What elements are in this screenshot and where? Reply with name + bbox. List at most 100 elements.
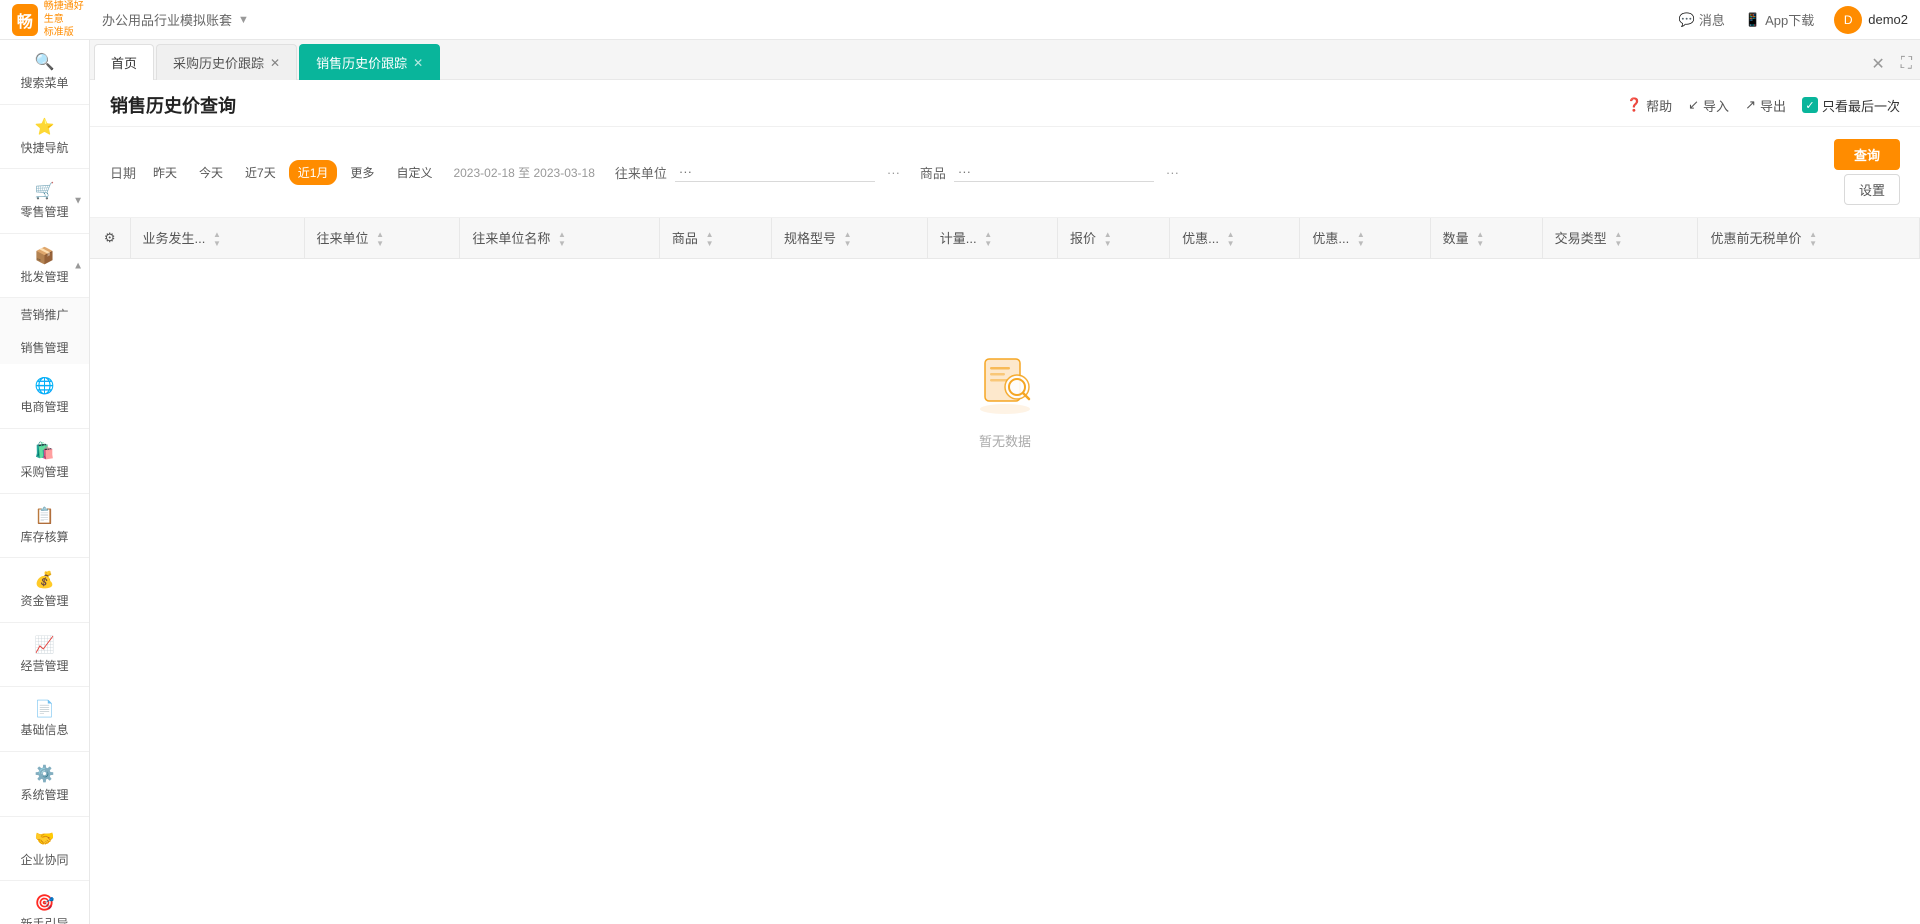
settings-button[interactable]: 设置 (1844, 174, 1900, 205)
sidebar-item-label: 企业协同 (20, 853, 68, 869)
sidebar-item-ecommerce-mgmt[interactable]: 🌐 电商管理 (0, 364, 89, 429)
sidebar-item-search-menu[interactable]: 🔍 搜索菜单 (0, 40, 89, 105)
sort-icon: ▲▼ (1476, 231, 1484, 248)
sidebar-item-label: 搜索菜单 (20, 76, 68, 92)
sidebar-item-retail-mgmt[interactable]: 🛒 零售管理 ▼ (0, 169, 89, 234)
th-discount1[interactable]: 优惠... ▲▼ (1170, 218, 1300, 259)
import-button[interactable]: ↙ 导入 (1688, 96, 1729, 115)
counterpart-filter-label: 往来单位 (615, 163, 667, 182)
sidebar-item-basic-info[interactable]: 📄 基础信息 (0, 687, 89, 752)
date-btn-1month[interactable]: 近1月 (289, 160, 338, 185)
th-spec[interactable]: 规格型号 ▲▼ (771, 218, 927, 259)
sidebar-item-label: 快捷导航 (20, 141, 68, 157)
date-btn-7days[interactable]: 近7天 (236, 160, 285, 185)
sidebar-item-finance-mgmt[interactable]: 💰 资金管理 (0, 558, 89, 623)
date-range-text: 2023-02-18 至 2023-03-18 (453, 164, 594, 181)
tab-purchase-history[interactable]: 采购历史价跟踪 ✕ (156, 44, 297, 80)
page-header: 销售历史价查询 ❓ 帮助 ↙ 导入 ↗ 导出 ✓ (90, 80, 1920, 127)
only-last-checkbox[interactable]: ✓ 只看最后一次 (1802, 96, 1900, 115)
sidebar-item-inventory-check[interactable]: 📋 库存核算 (0, 494, 89, 559)
th-trade-type[interactable]: 交易类型 ▲▼ (1542, 218, 1698, 259)
th-counterpart-code[interactable]: 往来单位 ▲▼ (304, 218, 460, 259)
top-header: 畅 畅捷通好生意 标准版 办公用品行业模拟账套 ▼ 💬 消息 📱 App下载 D… (0, 0, 1920, 40)
header-left: 畅 畅捷通好生意 标准版 办公用品行业模拟账套 ▼ (12, 0, 249, 39)
sidebar-item-enterprise-collab[interactable]: 🤝 企业协同 (0, 817, 89, 882)
import-icon: ↙ (1688, 97, 1699, 113)
th-unit[interactable]: 计量... ▲▼ (927, 218, 1057, 259)
sidebar-item-operations-mgmt[interactable]: 📈 经营管理 (0, 623, 89, 688)
logo-area: 畅 畅捷通好生意 标准版 (12, 0, 92, 39)
username: demo2 (1868, 12, 1908, 27)
app-download-button[interactable]: 📱 App下载 (1745, 10, 1814, 29)
sidebar-item-label: 批发管理 (20, 270, 68, 286)
help-button[interactable]: ❓ 帮助 (1626, 96, 1672, 115)
search-icon: 🔍 (35, 52, 55, 72)
empty-state: 暂无数据 (90, 259, 1920, 530)
date-btn-today[interactable]: 今天 (190, 160, 232, 185)
sidebar-item-label: 电商管理 (20, 400, 68, 416)
sort-icon: ▲▼ (1809, 231, 1817, 248)
th-biz-date[interactable]: 业务发生... ▲▼ (130, 218, 304, 259)
sidebar-item-purchase-mgmt[interactable]: 🛍️ 采购管理 (0, 429, 89, 494)
main-layout: 🔍 搜索菜单 ⭐ 快捷导航 🛒 零售管理 ▼ 📦 批发管理 ▲ 营销推广 销售管… (0, 40, 1920, 924)
date-btn-more[interactable]: 更多 (341, 160, 383, 185)
money-icon: 💰 (35, 570, 55, 590)
th-counterpart-name[interactable]: 往来单位名称 ▲▼ (460, 218, 660, 259)
chevron-down-icon: ▼ (73, 195, 83, 206)
th-product[interactable]: 商品 ▲▼ (659, 218, 771, 259)
chart-icon: 📈 (35, 635, 55, 655)
maximize-icon[interactable]: ⛶ (1897, 51, 1916, 77)
date-filter-group: 日期 昨天 今天 近7天 近1月 更多 自定义 2023-02-18 至 202… (110, 160, 595, 185)
sidebar-item-marketing[interactable]: 营销推广 (0, 298, 89, 331)
table-header: ⚙ 业务发生... ▲▼ 往来单位 ▲▼ 往来单位名称 (90, 218, 1920, 259)
sort-icon: ▲▼ (376, 231, 384, 248)
sidebar-item-label: 经营管理 (20, 659, 68, 675)
content-area: 首页 采购历史价跟踪 ✕ 销售历史价跟踪 ✕ ✕ ⛶ 销售历史价查询 (90, 40, 1920, 924)
sort-icon: ▲▼ (844, 231, 852, 248)
sidebar-item-quick-nav[interactable]: ⭐ 快捷导航 (0, 105, 89, 170)
close-icon[interactable]: ✕ (270, 57, 280, 69)
counterpart-input[interactable] (675, 162, 875, 182)
page-content: 销售历史价查询 ❓ 帮助 ↙ 导入 ↗ 导出 ✓ (90, 80, 1920, 924)
tab-sales-history[interactable]: 销售历史价跟踪 ✕ (299, 44, 440, 80)
product-input[interactable] (954, 162, 1154, 182)
user-menu[interactable]: D demo2 (1834, 6, 1908, 34)
date-buttons: 昨天 今天 近7天 近1月 更多 自定义 (144, 160, 441, 185)
export-icon: ↗ (1745, 97, 1756, 113)
box-icon: 📦 (35, 246, 55, 266)
query-button[interactable]: 查询 (1834, 139, 1900, 170)
th-settings[interactable]: ⚙ (90, 218, 130, 259)
sidebar: 🔍 搜索菜单 ⭐ 快捷导航 🛒 零售管理 ▼ 📦 批发管理 ▲ 营销推广 销售管… (0, 40, 90, 924)
counterpart-filter-group: 往来单位 ··· (615, 162, 900, 182)
th-pretax-price[interactable]: 优惠前无税单价 ▲▼ (1698, 218, 1920, 259)
sidebar-item-new-user-guide[interactable]: 🎯 新手引导 (0, 881, 89, 924)
chevron-down-icon: ▼ (238, 14, 249, 26)
date-btn-yesterday[interactable]: 昨天 (144, 160, 186, 185)
tab-label: 销售历史价跟踪 (316, 53, 407, 72)
close-icon[interactable]: ✕ (413, 57, 423, 69)
chevron-up-icon: ▲ (73, 260, 83, 271)
sidebar-item-system-settings[interactable]: ⚙️ 系统管理 (0, 752, 89, 817)
handshake-icon: 🤝 (35, 829, 55, 849)
sidebar-item-wholesale-mgmt[interactable]: 📦 批发管理 ▲ (0, 234, 89, 299)
th-discount2[interactable]: 优惠... ▲▼ (1300, 218, 1430, 259)
date-btn-custom[interactable]: 自定义 (387, 160, 441, 185)
sidebar-item-label: 新手引导 (20, 917, 68, 924)
export-button[interactable]: ↗ 导出 (1745, 96, 1786, 115)
message-button[interactable]: 💬 消息 (1679, 10, 1725, 29)
globe-icon: 🌐 (35, 376, 55, 396)
tab-home[interactable]: 首页 (94, 44, 154, 80)
avatar: D (1834, 6, 1862, 34)
sidebar-item-label: 销售管理 (20, 339, 68, 356)
tab-bar: 首页 采购历史价跟踪 ✕ 销售历史价跟踪 ✕ ✕ ⛶ (90, 40, 1920, 80)
empty-state-icon (965, 339, 1045, 419)
page-actions: ❓ 帮助 ↙ 导入 ↗ 导出 ✓ 只看最后一次 (1626, 96, 1900, 115)
close-window-icon[interactable]: ✕ (1867, 50, 1888, 78)
th-quantity[interactable]: 数量 ▲▼ (1430, 218, 1542, 259)
sort-icon: ▲▼ (706, 231, 714, 248)
th-quote[interactable]: 报价 ▲▼ (1058, 218, 1170, 259)
sidebar-item-sales-mgmt[interactable]: 销售管理 (0, 331, 89, 364)
sidebar-item-label: 系统管理 (20, 788, 68, 804)
product-filter-label: 商品 (920, 163, 946, 182)
checkbox-checked-icon: ✓ (1802, 97, 1818, 113)
